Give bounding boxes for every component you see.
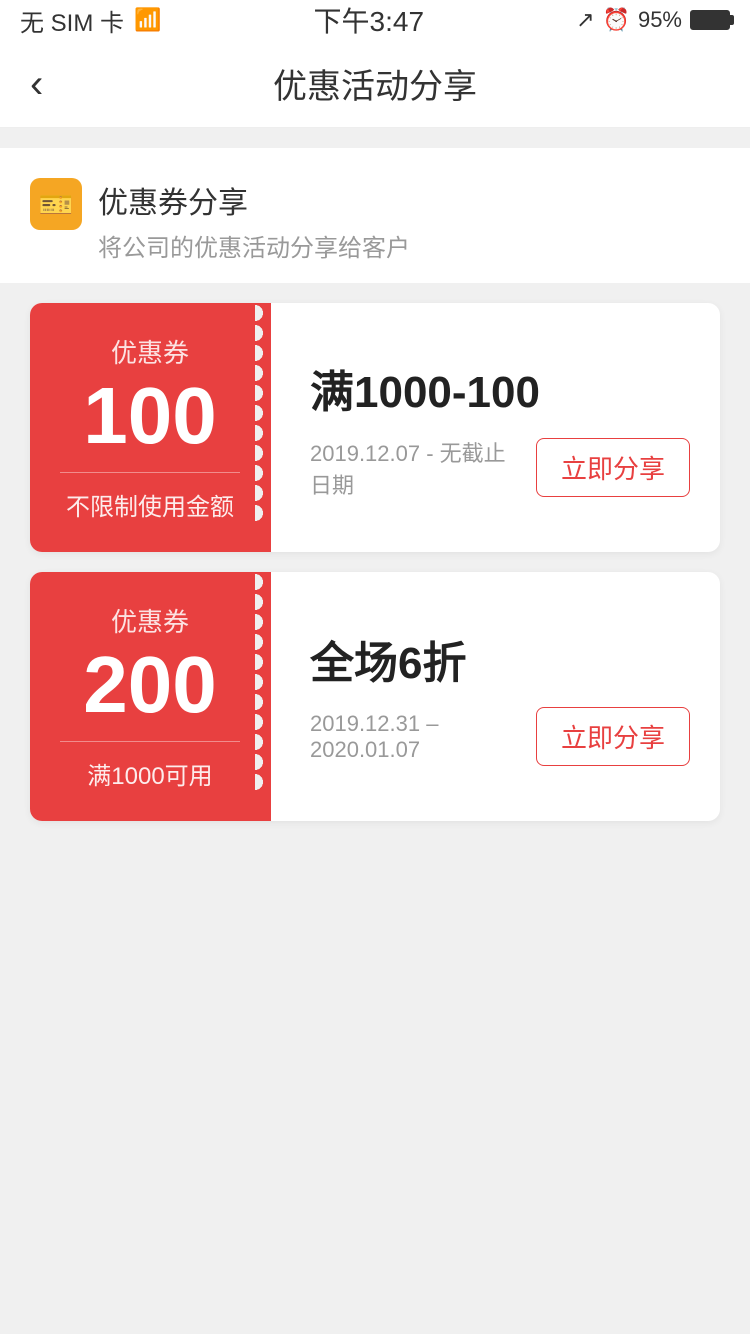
section-header: 🎫 优惠券分享 将公司的优惠活动分享给客户 xyxy=(0,148,750,283)
coupon-amount-1: 100 xyxy=(83,376,216,456)
coupon-condition-2: 满1000可用 xyxy=(87,756,212,791)
battery-percent: 95% xyxy=(638,7,682,33)
coupon-condition-1: 不限制使用金额 xyxy=(66,487,234,522)
coupon-label-2: 优惠券 xyxy=(111,602,189,639)
carrier-text: 无 SIM 卡 xyxy=(20,3,124,38)
share-button-1[interactable]: 立即分享 xyxy=(536,438,690,497)
alarm-icon: ⏰ xyxy=(603,7,630,33)
coupon-name-2: 全场6折 xyxy=(310,627,690,691)
coupon-date-1: 2019.12.07 - 无截止日期 xyxy=(310,436,526,500)
section-title: 优惠券分享 xyxy=(98,178,410,222)
status-bar: 无 SIM 卡 📶 下午3:47 ↗ ⏰ 95% xyxy=(0,0,750,40)
coupon-left-1: 优惠券 100 不限制使用金额 xyxy=(30,303,270,552)
coupon-amount-2: 200 xyxy=(83,645,216,725)
section-subtitle: 将公司的优惠活动分享给客户 xyxy=(98,228,410,263)
status-right: ↗ ⏰ 95% xyxy=(576,7,730,33)
coupon-card-2: 优惠券 200 满1000可用 全场6折 2019.12.31 – 2020.0… xyxy=(30,572,720,821)
status-time: 下午3:47 xyxy=(314,0,425,40)
battery-icon xyxy=(690,10,730,30)
nav-bar: ‹ 优惠活动分享 xyxy=(0,40,750,128)
location-icon: ↗ xyxy=(576,7,594,33)
coupon-date-2: 2019.12.31 – 2020.01.07 xyxy=(310,711,526,763)
coupon-right-2: 全场6折 2019.12.31 – 2020.01.07 立即分享 xyxy=(270,572,720,821)
coupon-label-1: 优惠券 xyxy=(111,333,189,370)
coupon-divider-1 xyxy=(60,472,240,473)
coupon-icon: 🎫 xyxy=(30,178,82,230)
coupon-bottom-row-2: 2019.12.31 – 2020.01.07 立即分享 xyxy=(310,707,690,766)
status-left: 无 SIM 卡 📶 xyxy=(20,3,161,38)
coupon-divider-2 xyxy=(60,741,240,742)
section-text-group: 优惠券分享 将公司的优惠活动分享给客户 xyxy=(98,178,410,263)
coupon-list: 优惠券 100 不限制使用金额 满1000-100 2019.12.07 - 无… xyxy=(0,283,750,841)
coupon-bottom-row-1: 2019.12.07 - 无截止日期 立即分享 xyxy=(310,436,690,500)
back-button[interactable]: ‹ xyxy=(30,64,43,104)
empty-area xyxy=(0,841,750,1241)
coupon-right-1: 满1000-100 2019.12.07 - 无截止日期 立即分享 xyxy=(270,303,720,552)
wifi-icon: 📶 xyxy=(134,7,161,33)
coupon-name-1: 满1000-100 xyxy=(310,356,690,420)
coupon-card-1: 优惠券 100 不限制使用金额 满1000-100 2019.12.07 - 无… xyxy=(30,303,720,552)
coupon-left-2: 优惠券 200 满1000可用 xyxy=(30,572,270,821)
page-title: 优惠活动分享 xyxy=(273,59,477,108)
share-button-2[interactable]: 立即分享 xyxy=(536,707,690,766)
